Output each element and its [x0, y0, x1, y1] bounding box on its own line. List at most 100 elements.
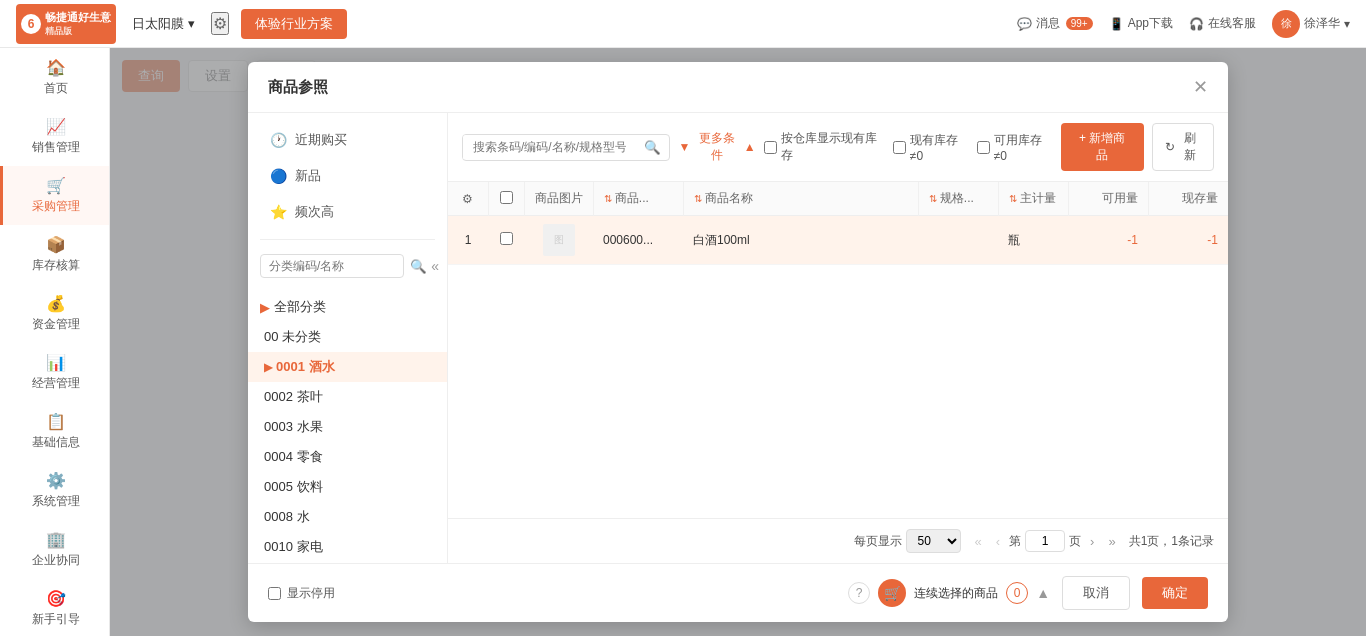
row-code: 000600... [593, 216, 683, 265]
tree-item-snack[interactable]: 0004 零食 [248, 442, 447, 472]
product-image-placeholder: 图 [543, 224, 575, 256]
trial-button[interactable]: 体验行业方案 [241, 9, 347, 39]
tree-item-tea[interactable]: 0002 茶叶 [248, 382, 447, 412]
first-page-button[interactable]: « [969, 532, 986, 551]
avail-not-zero-checkbox[interactable] [977, 141, 990, 154]
modal-header: 商品参照 ✕ [248, 62, 1228, 113]
logo-text: 畅捷通好生意 精品版 [45, 10, 111, 38]
sidebar-item-finance[interactable]: 💰 资金管理 [0, 284, 109, 343]
collapse-left-button[interactable]: « [431, 258, 439, 274]
cart-info: ? 🛒 连续选择的商品 0 ▲ [848, 579, 1050, 607]
add-product-button[interactable]: + 新增商品 [1061, 123, 1144, 171]
col-product-name[interactable]: ⇅ 商品名称 [683, 182, 918, 216]
row-num: 1 [448, 216, 488, 265]
checkbox-show-warehouse-stock[interactable]: 按仓库显示现有库存 [764, 130, 885, 164]
tree-item-uncategorized[interactable]: 00 未分类 [248, 322, 447, 352]
sidebar-item-basic-info[interactable]: 📋 基础信息 [0, 402, 109, 461]
sidebar-item-operations[interactable]: 📊 经营管理 [0, 343, 109, 402]
col-spec[interactable]: ⇅ 规格... [918, 182, 998, 216]
sidebar-item-inventory[interactable]: 📦 库存核算 [0, 225, 109, 284]
sidebar-item-home[interactable]: 🏠 首页 [0, 48, 109, 107]
online-service-button[interactable]: 🎧 在线客服 [1189, 15, 1256, 32]
headset-icon: 🎧 [1189, 17, 1204, 31]
divider [260, 239, 435, 240]
category-search: 🔍 [260, 248, 427, 284]
page-number-input[interactable] [1025, 530, 1065, 552]
product-table-wrap: ⚙ 商品图片 ⇅ 商品... [448, 182, 1228, 518]
tree-item-liquor[interactable]: ▶ 0001 酒水 [248, 352, 447, 382]
product-search-input[interactable] [463, 135, 636, 159]
row-check[interactable] [488, 216, 524, 265]
cancel-button[interactable]: 取消 [1062, 576, 1130, 610]
arrow-right-active-icon: ▶ [264, 361, 272, 374]
app-download-button[interactable]: 📱 App下载 [1109, 15, 1173, 32]
show-warehouse-stock-checkbox[interactable] [764, 141, 777, 154]
select-all-checkbox[interactable] [500, 191, 513, 204]
tree-item-appliance[interactable]: 0010 家电 [248, 532, 447, 562]
chevron-down-icon: ▾ [188, 16, 195, 31]
col-settings[interactable]: ⚙ [448, 182, 488, 216]
sort-icon: ⇅ [929, 193, 937, 204]
total-info: 共1页，1条记录 [1129, 533, 1214, 550]
logo[interactable]: 6 畅捷通好生意 精品版 [16, 4, 116, 44]
category-search-button[interactable]: 🔍 [410, 259, 427, 274]
tree-item-fruit[interactable]: 0003 水果 [248, 412, 447, 442]
cart-count: 0 [1006, 582, 1028, 604]
guide-icon: 🎯 [46, 589, 66, 608]
checkbox-avail-not-zero[interactable]: 可用库存≠0 [977, 132, 1053, 163]
modal-close-button[interactable]: ✕ [1193, 76, 1208, 98]
row-name: 白酒100ml [683, 216, 918, 265]
sidebar: 🏠 首页 📈 销售管理 🛒 采购管理 📦 库存核算 💰 资金管理 📊 经营管理 … [0, 48, 110, 636]
col-stock: 现存量 [1148, 182, 1228, 216]
user-menu[interactable]: 徐 徐泽华 ▾ [1272, 10, 1350, 38]
modal-body: 🕐 近期购买 🔵 新品 ⭐ 频次高 [248, 113, 1228, 563]
page-size-select[interactable]: 50 10 20 100 [906, 529, 961, 553]
sidebar-item-guide[interactable]: 🎯 新手引导 [0, 579, 109, 636]
show-disabled-checkbox[interactable] [268, 587, 281, 600]
confirm-button[interactable]: 确定 [1142, 577, 1208, 609]
row-stock: -1 [1148, 216, 1228, 265]
tab-high-frequency[interactable]: ⭐ 频次高 [260, 197, 435, 227]
prev-page-button[interactable]: ‹ [991, 532, 1005, 551]
checkbox-stock-not-zero[interactable]: 现有库存≠0 [893, 132, 969, 163]
modal-footer: 显示停用 ? 🛒 连续选择的商品 0 ▲ 取消 确 [248, 563, 1228, 622]
next-page-button[interactable]: › [1085, 532, 1099, 551]
cart-button[interactable]: 🛒 [878, 579, 906, 607]
help-icon[interactable]: ? [848, 582, 870, 604]
category-search-input[interactable] [260, 254, 404, 278]
collapse-cart-button[interactable]: ▲ [1036, 585, 1050, 601]
product-search-box: 🔍 [462, 134, 670, 161]
settings-button[interactable]: ⚙ [211, 12, 229, 35]
modal-toolbar: 🔍 ▼ 更多条件 ▲ 按仓库显示现有库存 [448, 113, 1228, 182]
tree-item-all[interactable]: ▶ 全部分类 [248, 292, 447, 322]
product-search-button[interactable]: 🔍 [636, 135, 669, 160]
modal-overlay: 商品参照 ✕ 🕐 近期购买 🔵 [110, 48, 1366, 636]
last-page-button[interactable]: » [1103, 532, 1120, 551]
tab-new-product[interactable]: 🔵 新品 [260, 161, 435, 191]
finance-icon: 💰 [46, 294, 66, 313]
navbar-right: 💬 消息 99+ 📱 App下载 🎧 在线客服 徐 徐泽华 ▾ [1017, 10, 1350, 38]
stock-not-zero-checkbox[interactable] [893, 141, 906, 154]
show-disabled-label[interactable]: 显示停用 [268, 585, 335, 602]
modal-right-panel: 🔍 ▼ 更多条件 ▲ 按仓库显示现有库存 [448, 113, 1228, 563]
tab-recent-purchase[interactable]: 🕐 近期购买 [260, 125, 435, 155]
high-freq-icon: ⭐ [270, 204, 287, 220]
modal-left-panel: 🕐 近期购买 🔵 新品 ⭐ 频次高 [248, 113, 448, 563]
tree-item-beverage[interactable]: 0005 饮料 [248, 472, 447, 502]
chevron-up-icon: ▲ [744, 140, 756, 154]
tree-item-water[interactable]: 0008 水 [248, 502, 447, 532]
sidebar-item-sales[interactable]: 📈 销售管理 [0, 107, 109, 166]
sidebar-item-enterprise[interactable]: 🏢 企业协同 [0, 520, 109, 579]
col-product-code[interactable]: ⇅ 商品... [593, 182, 683, 216]
table-row[interactable]: 1 图 000600... 白酒100ml 瓶 [448, 216, 1228, 265]
sidebar-item-system[interactable]: ⚙️ 系统管理 [0, 461, 109, 520]
sidebar-item-purchase[interactable]: 🛒 采购管理 [0, 166, 109, 225]
messages-button[interactable]: 💬 消息 99+ [1017, 15, 1093, 32]
store-selector[interactable]: 日太阳膜 ▾ [132, 15, 199, 33]
col-unit[interactable]: ⇅ 主计量 [998, 182, 1068, 216]
basic-info-icon: 📋 [46, 412, 66, 431]
refresh-button[interactable]: ↻ 刷新 [1152, 123, 1214, 171]
row-checkbox[interactable] [500, 232, 513, 245]
navbar: 6 畅捷通好生意 精品版 日太阳膜 ▾ ⚙ 体验行业方案 💬 消息 99+ 📱 … [0, 0, 1366, 48]
more-filter-button[interactable]: ▼ 更多条件 ▲ [678, 130, 755, 164]
